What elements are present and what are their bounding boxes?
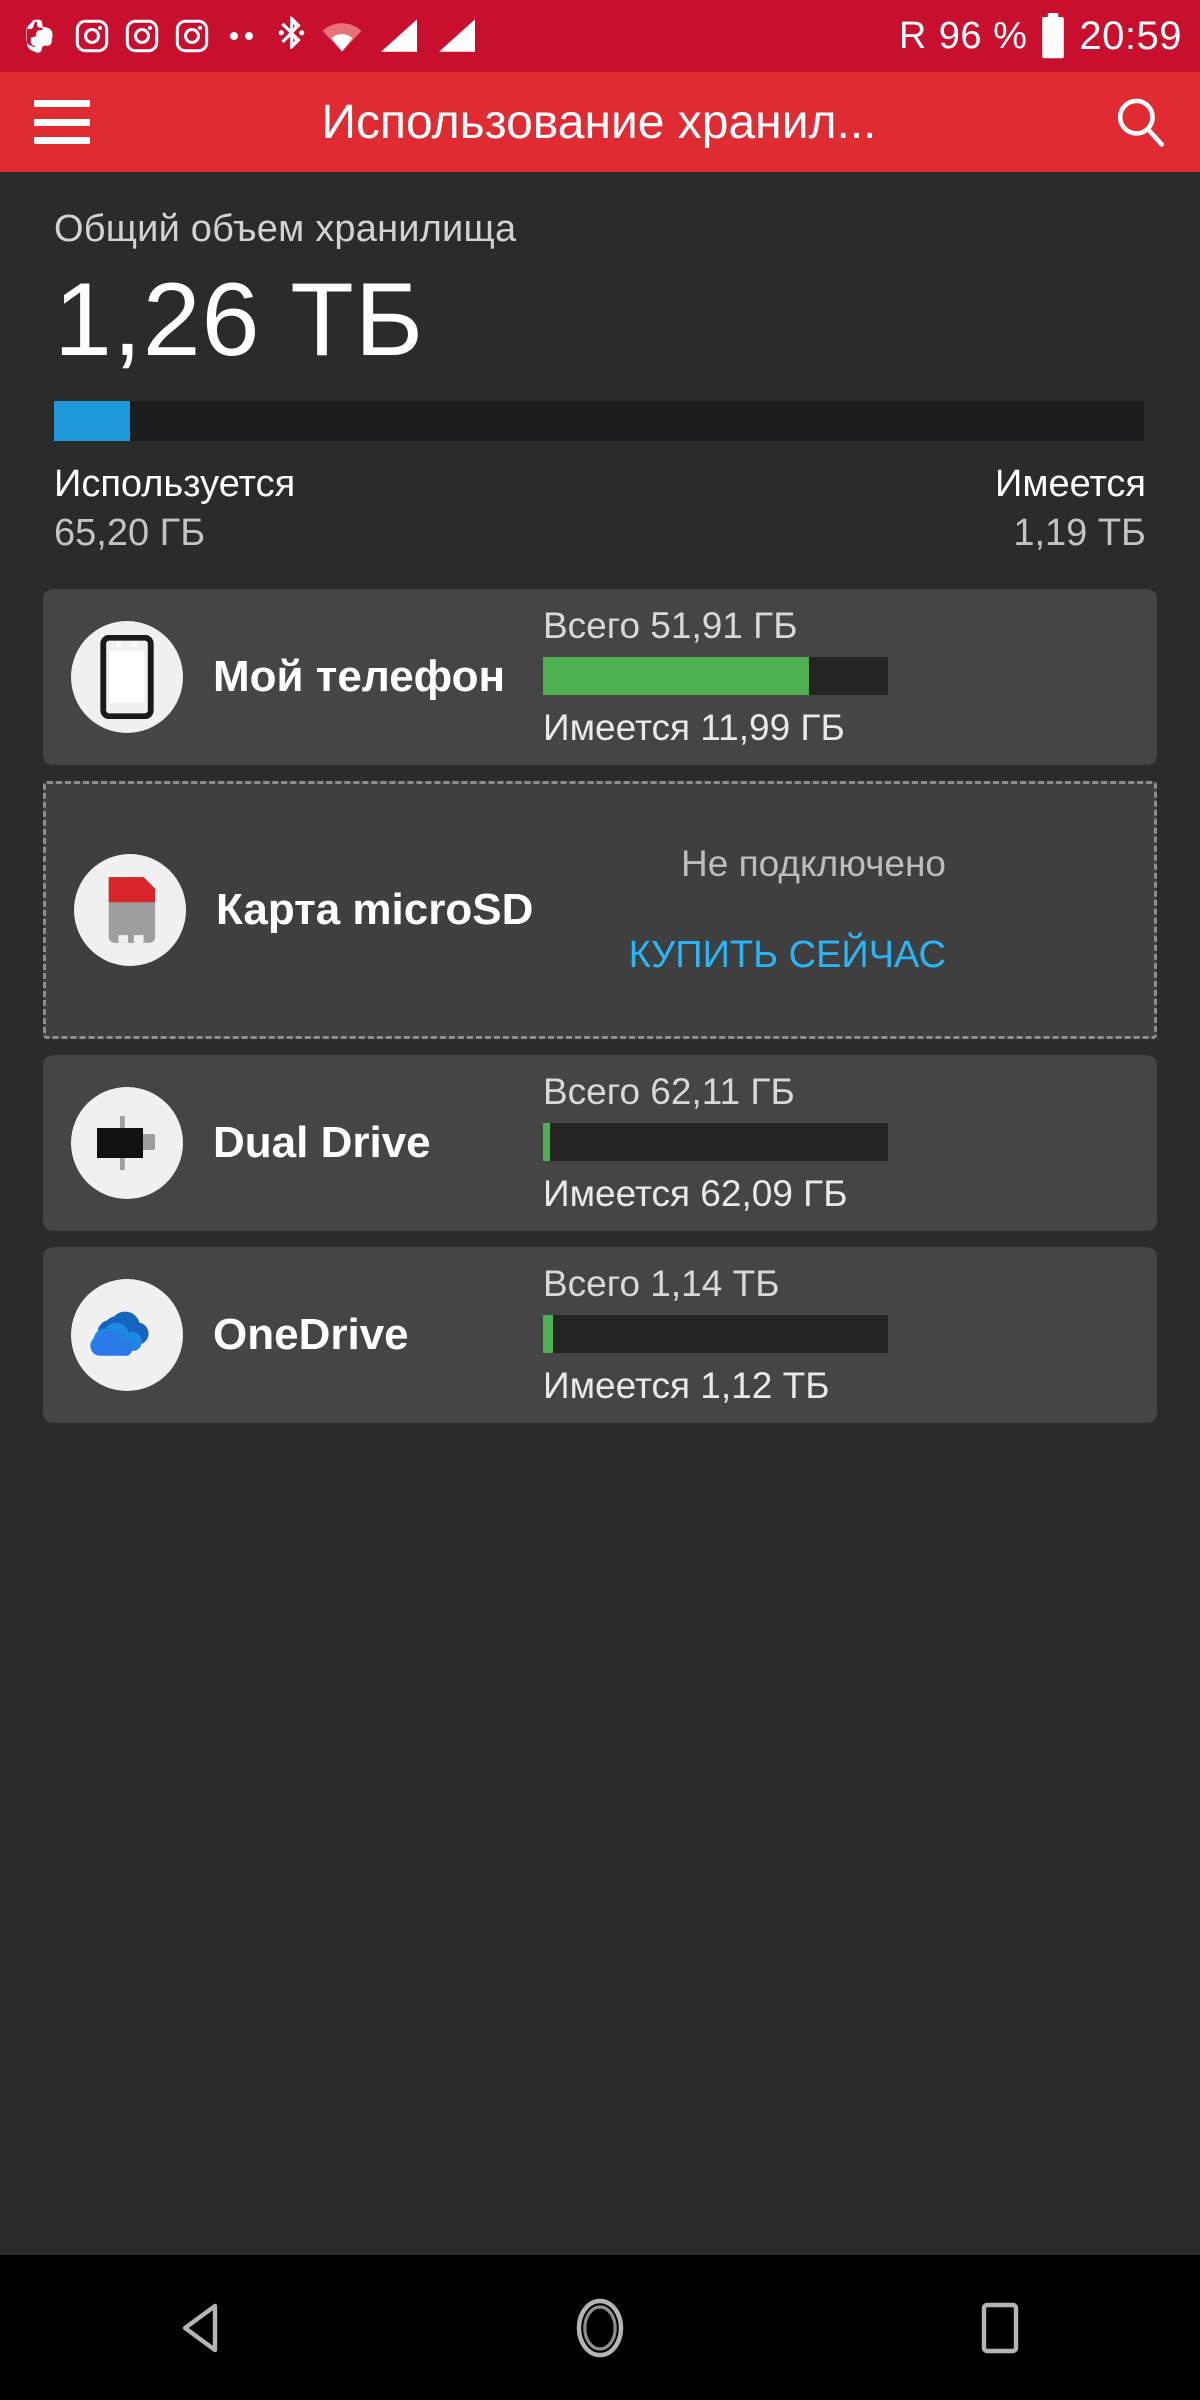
storage-card-total: Всего 51,91 ГБ	[543, 604, 798, 646]
storage-card-status-block: Не подключено КУПИТЬ СЕЙЧАС	[546, 840, 946, 980]
storage-card-stats: Всего 62,11 ГБ Имеется 62,09 ГБ	[543, 1071, 963, 1215]
roaming-indicator: R	[898, 14, 927, 57]
phone-screen: R 96 % 20:59 Использование хранил... Общ…	[0, 0, 1200, 2400]
storage-card-dual-drive[interactable]: Dual Drive Всего 62,11 ГБ Имеется 62,09 …	[43, 1054, 1157, 1231]
recents-icon[interactable]	[940, 2278, 1060, 2378]
system-navigation-bar	[0, 2255, 1200, 2400]
total-storage-progress-bar	[54, 400, 1144, 441]
battery-icon	[1039, 13, 1067, 59]
storage-card-onedrive[interactable]: OneDrive Всего 1,14 ТБ Имеется 1,12 ТБ	[43, 1246, 1157, 1423]
battery-percent-label: 96 %	[938, 14, 1028, 57]
storage-card-title: OneDrive	[213, 1309, 409, 1359]
hamburger-menu-icon[interactable]	[34, 100, 90, 144]
used-storage-caption: Используется	[54, 462, 296, 505]
wifi-icon	[321, 19, 363, 53]
status-bar-system-icons: R 96 % 20:59	[899, 13, 1182, 59]
storage-card-total: Всего 62,11 ГБ	[543, 1070, 795, 1112]
bluetooth-icon	[275, 15, 307, 57]
main-content: Общий объем хранилища 1,26 ТБ Использует…	[0, 172, 1200, 2400]
free-storage-value: 1,19 ТБ	[1013, 511, 1146, 554]
storage-card-free: Имеется 1,12 ТБ	[543, 1364, 830, 1406]
clock-label: 20:59	[1079, 13, 1182, 58]
total-storage-value: 1,26 ТБ	[54, 262, 425, 378]
status-bar: R 96 % 20:59	[0, 0, 1200, 72]
storage-card-my-phone[interactable]: Мой телефон Всего 51,91 ГБ Имеется 11,99…	[43, 588, 1157, 765]
phone-icon	[71, 620, 183, 733]
storage-card-progress-bar	[543, 1122, 888, 1161]
storage-card-progress-fill	[543, 1314, 554, 1353]
storage-card-total: Всего 1,14 ТБ	[543, 1262, 780, 1304]
storage-card-progress-fill	[543, 1122, 550, 1161]
evernote-icon	[24, 16, 60, 56]
storage-card-progress-fill	[543, 656, 809, 695]
free-storage-block: Имеется 1,19 ТБ	[995, 463, 1146, 555]
instagram-icon	[74, 18, 110, 54]
free-storage-caption: Имеется	[995, 462, 1146, 505]
microsd-card-icon	[74, 853, 186, 966]
storage-card-title: Карта microSD	[216, 884, 534, 934]
storage-summary: Общий объем хранилища 1,26 ТБ Использует…	[0, 172, 1200, 555]
page-title: Использование хранил...	[321, 95, 877, 149]
home-icon[interactable]	[540, 2278, 660, 2378]
storage-card-stats: Всего 1,14 ТБ Имеется 1,12 ТБ	[543, 1263, 963, 1407]
back-icon[interactable]	[140, 2278, 260, 2378]
status-bar-notification-icons	[24, 15, 899, 57]
storage-card-title: Dual Drive	[213, 1117, 431, 1167]
storage-card-stats: Всего 51,91 ГБ Имеется 11,99 ГБ	[543, 605, 963, 749]
storage-card-free: Имеется 11,99 ГБ	[543, 706, 845, 748]
storage-device-list: Мой телефон Всего 51,91 ГБ Имеется 11,99…	[0, 588, 1200, 1423]
signal-sim2-icon	[435, 17, 479, 55]
dual-drive-icon	[71, 1086, 183, 1199]
microsd-status-label: Не подключено	[681, 842, 946, 884]
storage-card-progress-bar	[543, 1314, 888, 1353]
signal-sim1-icon	[377, 17, 421, 55]
used-storage-block: Используется 65,20 ГБ	[54, 463, 295, 555]
storage-card-free: Имеется 62,09 ГБ	[543, 1172, 848, 1214]
buy-now-link[interactable]: КУПИТЬ СЕЙЧАС	[629, 931, 946, 980]
onedrive-cloud-icon	[71, 1278, 183, 1391]
instagram-icon	[174, 18, 210, 54]
storage-card-microsd[interactable]: Карта microSD Не подключено КУПИТЬ СЕЙЧА…	[43, 780, 1157, 1039]
app-bar: Использование хранил...	[0, 72, 1200, 172]
total-storage-progress-fill	[54, 400, 131, 441]
total-storage-label: Общий объем хранилища	[54, 208, 517, 250]
storage-summary-row: Используется 65,20 ГБ Имеется 1,19 ТБ	[54, 463, 1146, 555]
search-icon[interactable]	[1108, 90, 1172, 154]
storage-card-title: Мой телефон	[213, 651, 506, 701]
more-notifications-icon	[230, 32, 253, 40]
used-storage-value: 65,20 ГБ	[54, 511, 206, 554]
storage-card-progress-bar	[543, 656, 888, 695]
instagram-icon	[124, 18, 160, 54]
